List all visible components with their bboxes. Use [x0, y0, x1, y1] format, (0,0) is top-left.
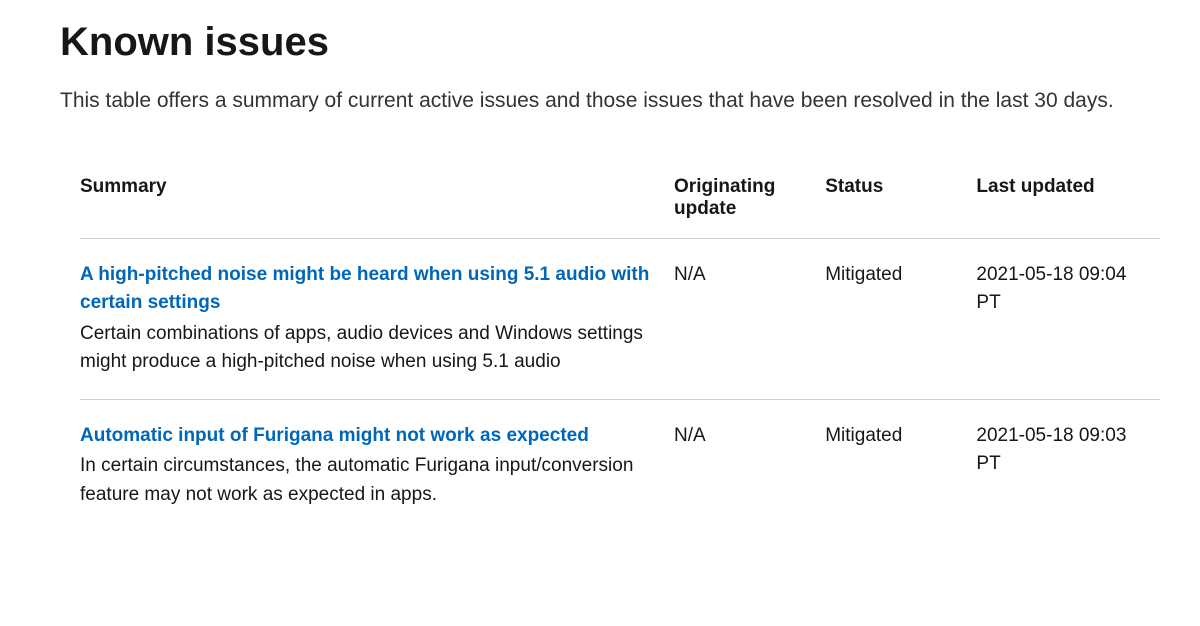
- header-originating: Originating update: [674, 158, 825, 239]
- cell-status: Mitigated: [825, 399, 976, 531]
- cell-updated: 2021-05-18 09:04 PT: [976, 238, 1160, 399]
- page-description: This table offers a summary of current a…: [60, 85, 1140, 118]
- issue-description: Certain combinations of apps, audio devi…: [80, 320, 662, 377]
- cell-originating: N/A: [674, 238, 825, 399]
- issue-description: In certain circumstances, the automatic …: [80, 452, 662, 509]
- page-title: Known issues: [60, 20, 1140, 65]
- table-row: Automatic input of Furigana might not wo…: [80, 399, 1160, 531]
- header-updated: Last updated: [976, 158, 1160, 239]
- issue-title-link[interactable]: Automatic input of Furigana might not wo…: [80, 422, 662, 451]
- table-row: A high-pitched noise might be heard when…: [80, 238, 1160, 399]
- cell-summary: Automatic input of Furigana might not wo…: [80, 399, 674, 531]
- header-summary: Summary: [80, 158, 674, 239]
- header-status: Status: [825, 158, 976, 239]
- issues-table: Summary Originating update Status Last u…: [80, 158, 1160, 532]
- cell-originating: N/A: [674, 399, 825, 531]
- cell-summary: A high-pitched noise might be heard when…: [80, 238, 674, 399]
- issue-title-link[interactable]: A high-pitched noise might be heard when…: [80, 261, 662, 318]
- cell-updated: 2021-05-18 09:03 PT: [976, 399, 1160, 531]
- cell-status: Mitigated: [825, 238, 976, 399]
